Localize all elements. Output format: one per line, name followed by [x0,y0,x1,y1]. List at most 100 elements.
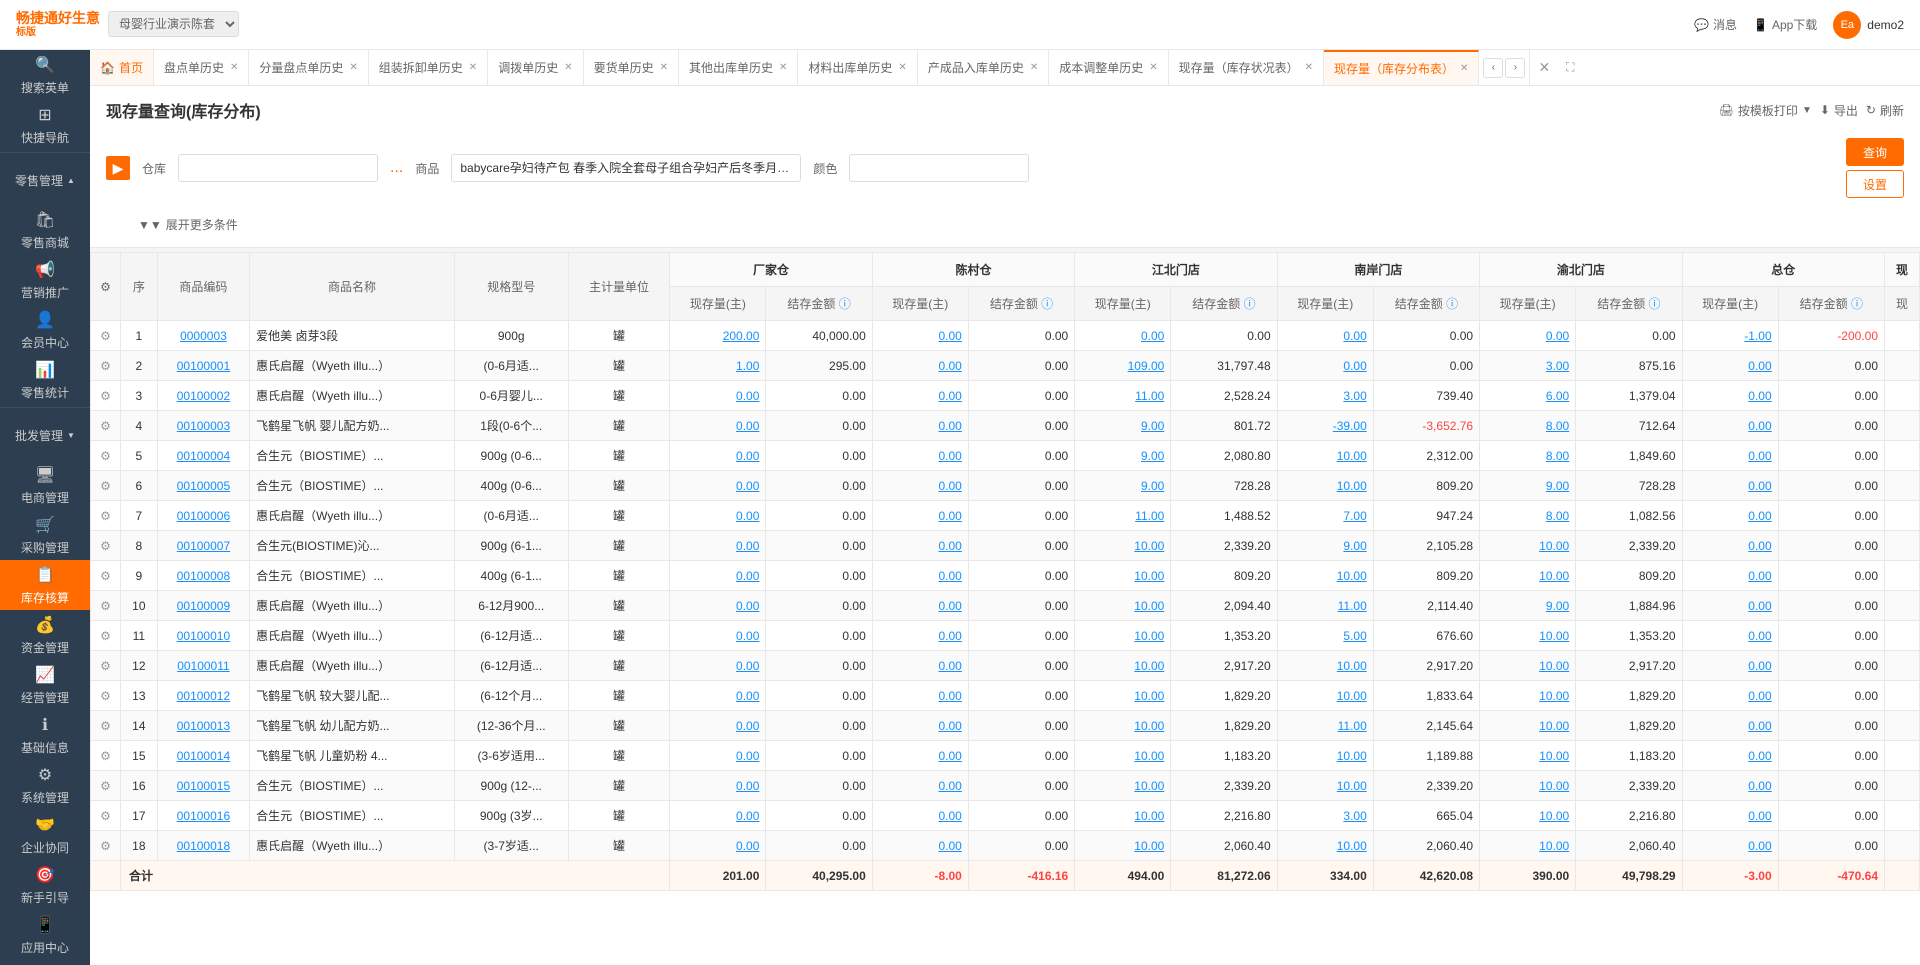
row-code[interactable]: 0000003 [157,321,249,351]
row-yb-qty[interactable]: 10.00 [1480,561,1576,591]
sidebar-item-wholesale[interactable]: 批发管理 ▼ [0,410,90,460]
row-fj-qty[interactable]: 0.00 [670,411,766,441]
sidebar-item-retail-stat[interactable]: 📊 零售统计 [0,355,90,405]
row-fj-qty[interactable]: 0.00 [670,711,766,741]
row-code[interactable]: 00100001 [157,351,249,381]
row-cc-qty[interactable]: 0.00 [872,591,968,621]
tab-combo[interactable]: 组装拆卸单历史 ✕ [369,50,488,85]
sidebar-item-wechat[interactable]: 💬 企业微信 [0,960,90,965]
row-gear[interactable]: ⚙ [91,801,121,831]
row-na-qty[interactable]: 10.00 [1277,681,1373,711]
sidebar-item-corp[interactable]: 🤝 企业协同 [0,810,90,860]
row-code[interactable]: 00100008 [157,561,249,591]
row-jb-qty[interactable]: 0.00 [1075,321,1171,351]
sidebar-item-purchase[interactable]: 🛒 采购管理 [0,510,90,560]
sidebar-item-ecom[interactable]: 🖥 电商管理 [0,460,90,510]
row-jb-qty[interactable]: 11.00 [1075,501,1171,531]
row-yb-qty[interactable]: 3.00 [1480,351,1576,381]
row-gear[interactable]: ⚙ [91,711,121,741]
row-yb-qty[interactable]: 10.00 [1480,651,1576,681]
row-gear[interactable]: ⚙ [91,831,121,861]
row-gear[interactable]: ⚙ [91,561,121,591]
row-total-qty[interactable]: 0.00 [1682,741,1778,771]
row-jb-qty[interactable]: 9.00 [1075,471,1171,501]
row-jb-qty[interactable]: 10.00 [1075,651,1171,681]
sidebar-item-marketing[interactable]: 📢 营销推广 [0,255,90,305]
close-icon[interactable]: ✕ [660,62,668,73]
row-fj-qty[interactable]: 0.00 [670,831,766,861]
row-cc-qty[interactable]: 0.00 [872,351,968,381]
sidebar-item-retail-store[interactable]: 🛍 零售商城 [0,205,90,255]
row-gear[interactable]: ⚙ [91,591,121,621]
table-container[interactable]: ⚙ 序 商品编码 商品名称 规格型号 主计量单位 厂家仓 陈村仓 江北门店 南岸… [90,252,1920,965]
row-gear[interactable]: ⚙ [91,741,121,771]
close-icon[interactable]: ✕ [564,62,572,73]
sidebar-item-retail-mgmt[interactable]: 零售管理 ▲ [0,155,90,205]
row-na-qty[interactable]: 10.00 [1277,471,1373,501]
row-total-qty[interactable]: 0.00 [1682,441,1778,471]
tab-req[interactable]: 要货单历史 ✕ [584,50,679,85]
row-total-qty[interactable]: 0.00 [1682,771,1778,801]
row-code[interactable]: 00100010 [157,621,249,651]
row-total-qty[interactable]: 0.00 [1682,411,1778,441]
row-yb-qty[interactable]: 8.00 [1480,441,1576,471]
row-code[interactable]: 00100006 [157,501,249,531]
row-jb-qty[interactable]: 10.00 [1075,561,1171,591]
sidebar-item-nav[interactable]: ⊞ 快捷导航 [0,100,90,150]
row-cc-qty[interactable]: 0.00 [872,501,968,531]
row-code[interactable]: 00100004 [157,441,249,471]
tab-prod-in[interactable]: 产成品入库单历史 ✕ [918,50,1049,85]
row-yb-qty[interactable]: 10.00 [1480,831,1576,861]
row-fj-qty[interactable]: 0.00 [670,501,766,531]
row-total-qty[interactable]: 0.00 [1682,621,1778,651]
row-code[interactable]: 00100013 [157,711,249,741]
row-total-qty[interactable]: 0.00 [1682,351,1778,381]
row-fj-qty[interactable]: 200.00 [670,321,766,351]
row-fj-qty[interactable]: 0.00 [670,681,766,711]
row-cc-qty[interactable]: 0.00 [872,651,968,681]
row-jb-qty[interactable]: 109.00 [1075,351,1171,381]
tab-stock-dist[interactable]: 现存量（库存分布表） ✕ [1324,50,1479,85]
row-code[interactable]: 00100015 [157,771,249,801]
row-code[interactable]: 00100011 [157,651,249,681]
row-yb-qty[interactable]: 10.00 [1480,771,1576,801]
row-na-qty[interactable]: 5.00 [1277,621,1373,651]
row-cc-qty[interactable]: 0.00 [872,531,968,561]
row-fj-qty[interactable]: 0.00 [670,591,766,621]
row-gear[interactable]: ⚙ [91,681,121,711]
row-jb-qty[interactable]: 9.00 [1075,411,1171,441]
row-total-qty[interactable]: -1.00 [1682,321,1778,351]
row-na-qty[interactable]: 0.00 [1277,351,1373,381]
row-jb-qty[interactable]: 10.00 [1075,831,1171,861]
maximize-btn[interactable]: ⛶ [1558,50,1582,85]
sidebar-item-apps[interactable]: 📱 应用中心 [0,910,90,960]
row-gear[interactable]: ⚙ [91,441,121,471]
sidebar-item-sys[interactable]: ⚙ 系统管理 [0,760,90,810]
row-na-qty[interactable]: 10.00 [1277,651,1373,681]
row-na-qty[interactable]: 11.00 [1277,711,1373,741]
close-icon[interactable]: ✕ [469,62,477,73]
row-code[interactable]: 00100016 [157,801,249,831]
user-info[interactable]: Ea demo2 [1833,11,1904,39]
row-yb-qty[interactable]: 10.00 [1480,711,1576,741]
close-icon[interactable]: ✕ [1149,62,1157,73]
row-cc-qty[interactable]: 0.00 [872,771,968,801]
row-code[interactable]: 00100014 [157,741,249,771]
row-code[interactable]: 00100003 [157,411,249,441]
row-na-qty[interactable]: 0.00 [1277,321,1373,351]
row-na-qty[interactable]: 7.00 [1277,501,1373,531]
close-icon[interactable]: ✕ [1460,63,1468,74]
row-jb-qty[interactable]: 10.00 [1075,741,1171,771]
row-na-qty[interactable]: 11.00 [1277,591,1373,621]
close-icon[interactable]: ✕ [1305,62,1313,73]
row-cc-qty[interactable]: 0.00 [872,471,968,501]
row-na-qty[interactable]: 10.00 [1277,561,1373,591]
row-gear[interactable]: ⚙ [91,771,121,801]
tab-home[interactable]: 🏠 首页 [90,50,154,85]
row-cc-qty[interactable]: 0.00 [872,741,968,771]
row-jb-qty[interactable]: 9.00 [1075,441,1171,471]
color-input[interactable] [849,154,1029,182]
row-yb-qty[interactable]: 8.00 [1480,411,1576,441]
close-icon[interactable]: ✕ [230,62,238,73]
close-icon[interactable]: ✕ [1030,62,1038,73]
